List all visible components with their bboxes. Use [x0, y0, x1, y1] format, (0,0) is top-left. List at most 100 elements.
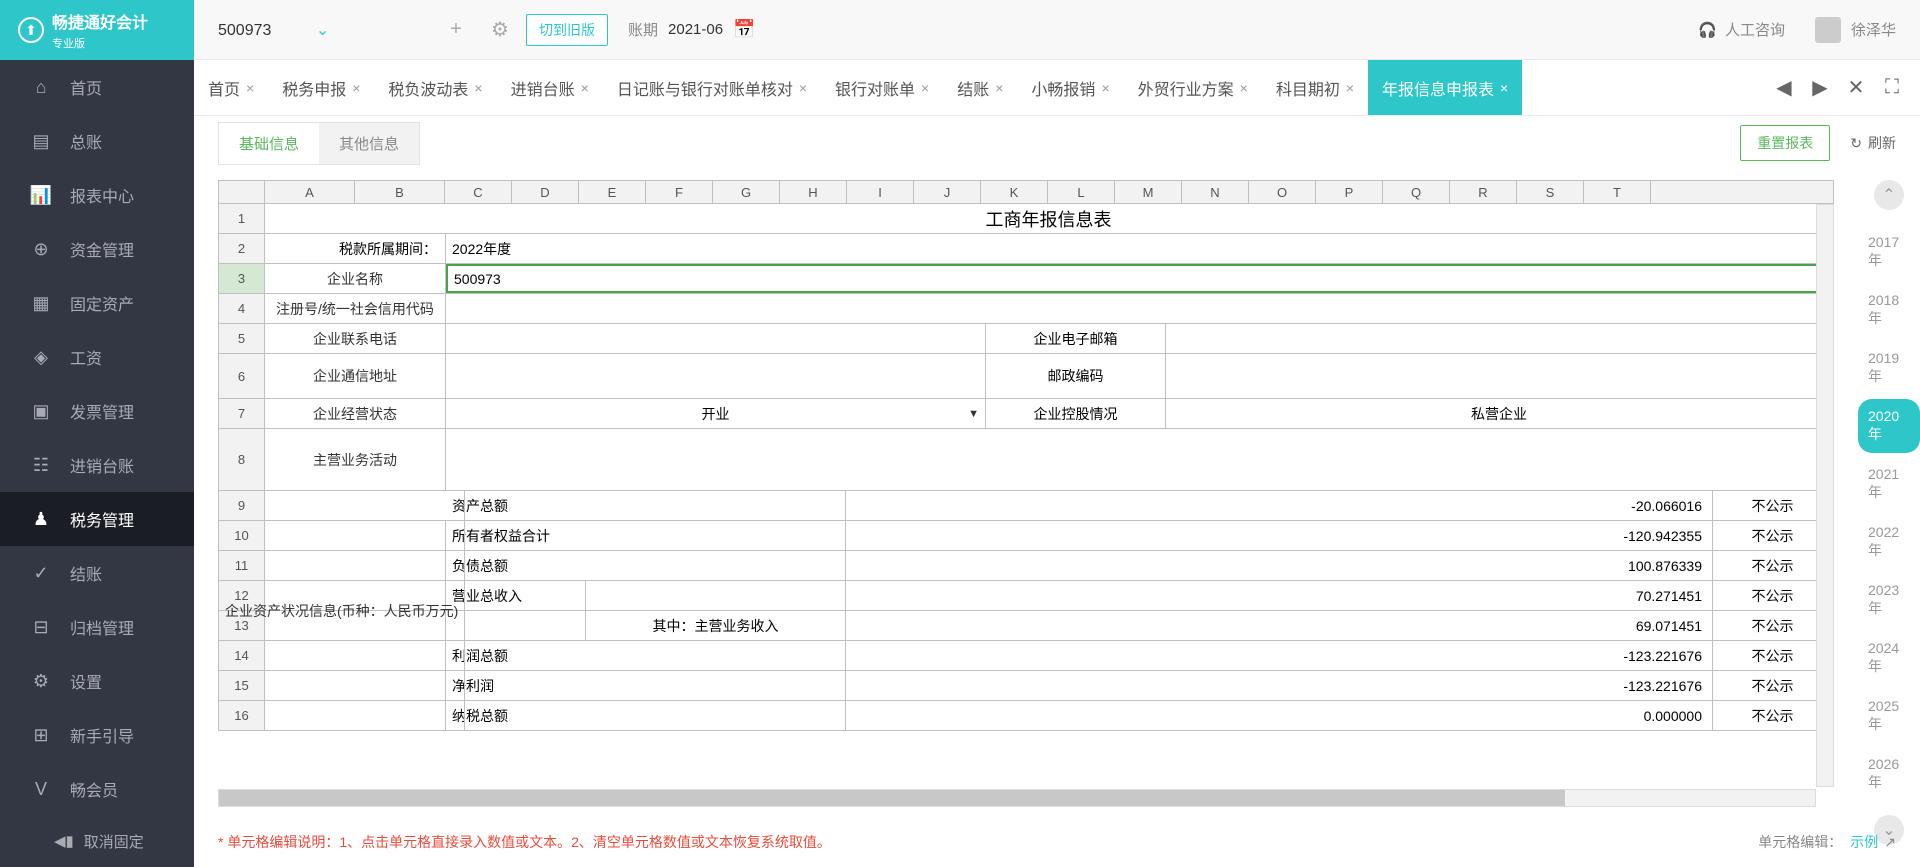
nav-item-13[interactable]: V畅会员	[0, 762, 194, 816]
nav-item-2[interactable]: 📊报表中心	[0, 168, 194, 222]
nav-item-8[interactable]: ♟税务管理	[0, 492, 194, 546]
status-label[interactable]: 企业经营状态	[265, 399, 446, 428]
tab-3[interactable]: 进销台账×	[497, 60, 603, 115]
tab-1[interactable]: 税务申报×	[268, 60, 374, 115]
nav-item-9[interactable]: ✓结账	[0, 546, 194, 600]
corner-cell[interactable]	[219, 181, 265, 203]
scrollbar-horizontal[interactable]	[218, 789, 1816, 807]
company-name-label[interactable]: 企业名称	[265, 264, 446, 293]
publish-select[interactable]: 不公示▼	[1713, 581, 1833, 610]
col-header-O[interactable]: O	[1249, 181, 1316, 203]
year-2025年[interactable]: 2025年	[1858, 689, 1920, 743]
tab-8[interactable]: 外贸行业方案×	[1124, 60, 1262, 115]
publish-select[interactable]: 不公示▼	[1713, 611, 1833, 640]
year-2024年[interactable]: 2024年	[1858, 631, 1920, 685]
tab-0[interactable]: 首页×	[194, 60, 268, 115]
nav-item-1[interactable]: ▤总账	[0, 114, 194, 168]
tab-close-icon[interactable]: ×	[581, 80, 589, 96]
nav-item-4[interactable]: ▦固定资产	[0, 276, 194, 330]
nav-item-6[interactable]: ▣发票管理	[0, 384, 194, 438]
fin-label[interactable]: 净利润	[446, 671, 846, 700]
fin-value[interactable]: 70.271451	[846, 581, 1713, 610]
publish-select[interactable]: 不公示▼	[1713, 671, 1833, 700]
phone-label[interactable]: 企业联系电话	[265, 324, 446, 353]
tab-close-icon[interactable]: ×	[921, 80, 929, 96]
row-header[interactable]: 5	[219, 324, 265, 353]
gear-icon[interactable]: ⚙	[482, 12, 518, 48]
fin-value[interactable]: -120.942355	[846, 521, 1713, 550]
year-2026年[interactable]: 2026年	[1858, 747, 1920, 801]
tab-close-icon[interactable]: ×	[474, 80, 482, 96]
email-input[interactable]	[1166, 324, 1833, 353]
nav-item-10[interactable]: ⊟归档管理	[0, 600, 194, 654]
user-menu[interactable]: 徐泽华	[1815, 17, 1896, 43]
col-header-J[interactable]: J	[914, 181, 981, 203]
tab-10[interactable]: 年报信息申报表×	[1368, 60, 1522, 115]
nav-item-3[interactable]: ⊕资金管理	[0, 222, 194, 276]
publish-select[interactable]: 不公示▼	[1713, 701, 1833, 730]
fin-label[interactable]: 利润总额	[446, 641, 846, 670]
asset-merge-label[interactable]: 企业资产状况信息(币种：人民币万元)	[219, 491, 465, 731]
period-value-cell[interactable]: 2022年度	[446, 234, 1833, 263]
col-header-I[interactable]: I	[847, 181, 914, 203]
fin-value[interactable]: -20.066016	[846, 491, 1713, 520]
company-name-input[interactable]: 500973	[446, 264, 1833, 293]
col-header-F[interactable]: F	[646, 181, 713, 203]
col-header-T[interactable]: T	[1584, 181, 1651, 203]
row-header[interactable]: 4	[219, 294, 265, 323]
status-select[interactable]: 开业▼	[446, 399, 986, 428]
tab-prev-button[interactable]: ◀	[1766, 70, 1802, 106]
tab-4[interactable]: 日记账与银行对账单核对×	[603, 60, 821, 115]
nav-item-7[interactable]: ☷进销台账	[0, 438, 194, 492]
email-label[interactable]: 企业电子邮箱	[986, 324, 1166, 353]
tab-9[interactable]: 科目期初×	[1262, 60, 1368, 115]
year-2023年[interactable]: 2023年	[1858, 573, 1920, 627]
main-business-input[interactable]	[446, 429, 1833, 490]
cell[interactable]	[586, 581, 846, 610]
fin-label[interactable]: 纳税总额	[446, 701, 846, 730]
publish-select[interactable]: 不公示▼	[1713, 551, 1833, 580]
fin-value[interactable]: 0.000000	[846, 701, 1713, 730]
zip-input[interactable]	[1166, 354, 1833, 398]
col-header-P[interactable]: P	[1316, 181, 1383, 203]
fin-value[interactable]: 100.876339	[846, 551, 1713, 580]
col-header-B[interactable]: B	[355, 181, 445, 203]
example-link[interactable]: 示例	[1850, 832, 1878, 852]
year-up-button[interactable]: ⌃	[1874, 180, 1904, 210]
col-header-C[interactable]: C	[445, 181, 512, 203]
main-business-label[interactable]: 主营业务活动	[265, 429, 446, 490]
col-header-M[interactable]: M	[1115, 181, 1182, 203]
tab-close-icon[interactable]: ×	[246, 80, 254, 96]
fullscreen-button[interactable]: ⛶	[1874, 70, 1910, 106]
nav-item-0[interactable]: ⌂首页	[0, 60, 194, 114]
tab-7[interactable]: 小畅报销×	[1017, 60, 1123, 115]
col-header-E[interactable]: E	[579, 181, 646, 203]
publish-select[interactable]: 不公示▼	[1713, 491, 1833, 520]
col-header-R[interactable]: R	[1450, 181, 1517, 203]
fin-value[interactable]: -123.221676	[846, 641, 1713, 670]
address-label[interactable]: 企业通信地址	[265, 354, 446, 398]
row-header[interactable]: 1	[219, 204, 265, 233]
cell[interactable]	[446, 611, 586, 640]
tab-close-icon[interactable]: ×	[1500, 80, 1508, 96]
regenerate-button[interactable]: 重置报表	[1740, 125, 1830, 161]
fin-label[interactable]: 所有者权益合计	[446, 521, 846, 550]
unpin-button[interactable]: ◀▮ 取消固定	[0, 816, 194, 866]
col-header-L[interactable]: L	[1048, 181, 1115, 203]
scroll-thumb[interactable]	[219, 790, 1565, 806]
refresh-button[interactable]: ↻ 刷新	[1850, 133, 1896, 153]
phone-input[interactable]	[446, 324, 986, 353]
year-2020年[interactable]: 2020年	[1858, 399, 1920, 453]
subtab-basic[interactable]: 基础信息	[219, 123, 319, 164]
holding-select[interactable]: 私营企业▼	[1166, 399, 1833, 428]
year-2019年[interactable]: 2019年	[1858, 341, 1920, 395]
fin-value[interactable]: 69.071451	[846, 611, 1713, 640]
subtab-other[interactable]: 其他信息	[319, 123, 419, 164]
fin-label[interactable]: 负债总额	[446, 551, 846, 580]
col-header-D[interactable]: D	[512, 181, 579, 203]
sheet-title[interactable]: 工商年报信息表	[265, 204, 1833, 233]
fin-label[interactable]: 资产总额	[446, 491, 846, 520]
publish-select[interactable]: 不公示▼	[1713, 521, 1833, 550]
col-header-A[interactable]: A	[265, 181, 355, 203]
year-2018年[interactable]: 2018年	[1858, 283, 1920, 337]
